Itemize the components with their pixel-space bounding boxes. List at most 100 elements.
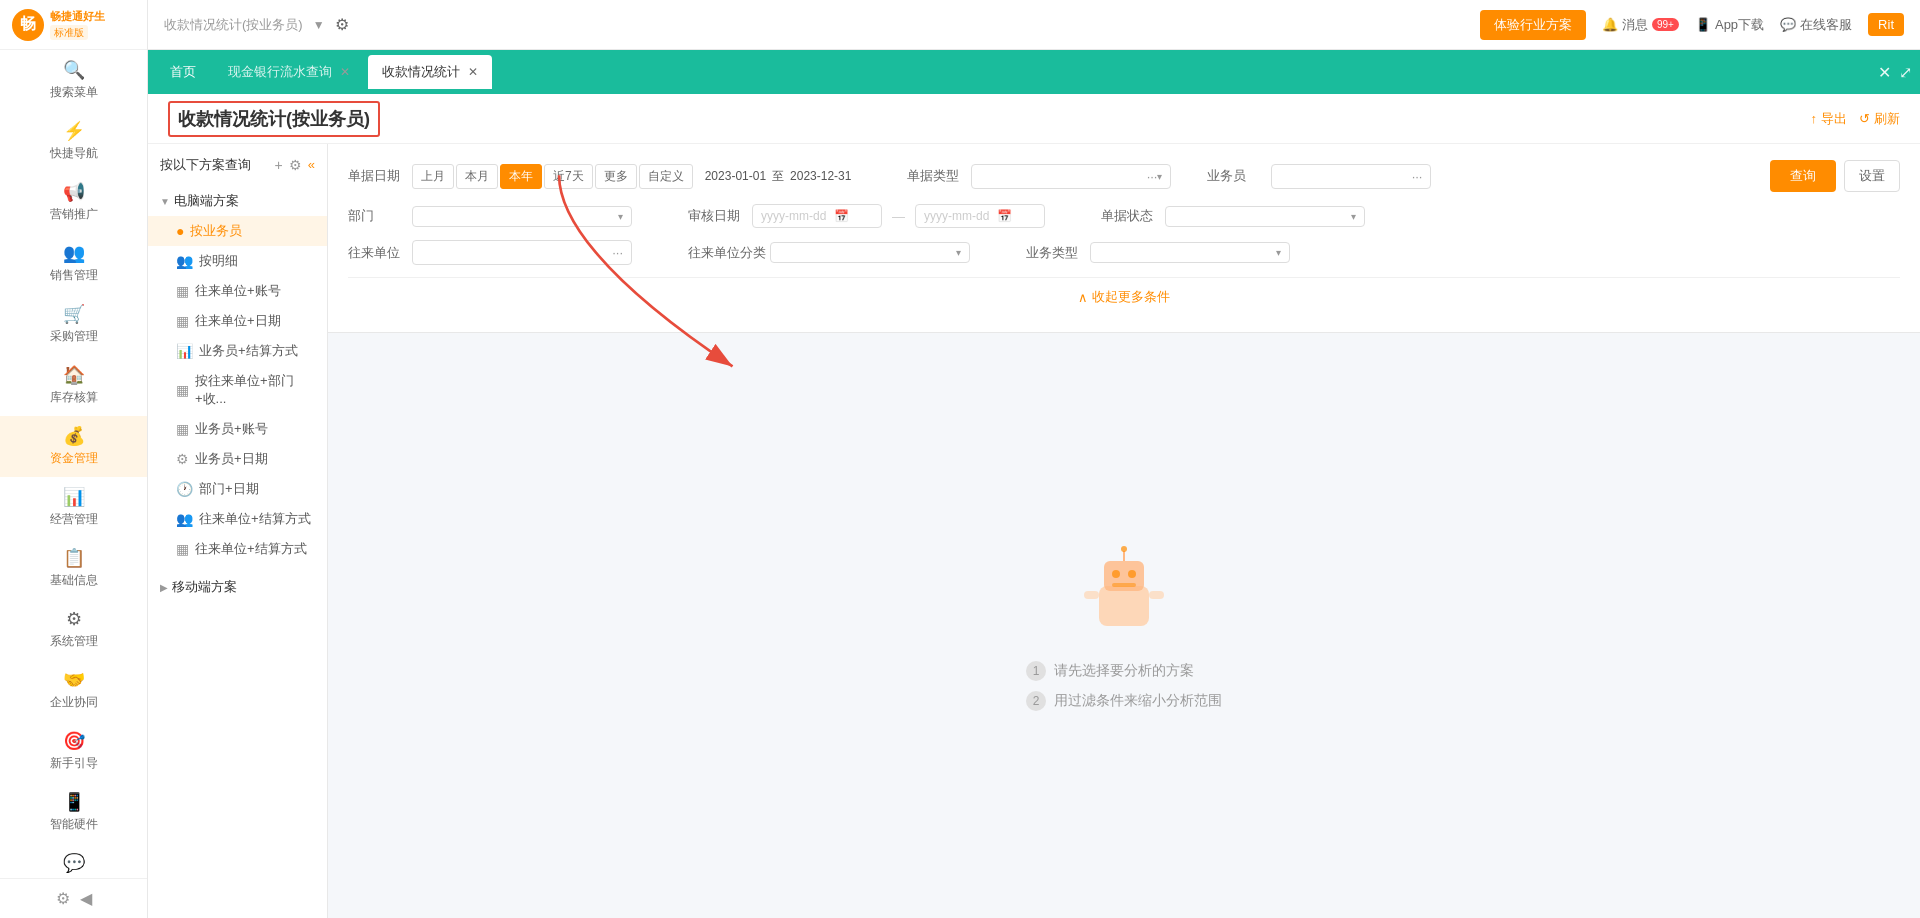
notification-btn[interactable]: 🔔 消息 99+ — [1602, 16, 1679, 34]
date-tab-this-year[interactable]: 本年 — [500, 164, 542, 189]
date-tab-last7[interactable]: 近7天 — [544, 164, 593, 189]
page-header: 收款情况统计(按业务员) ↑ 导出 ↺ 刷新 — [148, 94, 1920, 144]
panel-collapse-btn[interactable]: « — [308, 157, 315, 173]
counterpart-label: 往来单位 — [348, 244, 408, 262]
sidebar: 畅 畅捷通好生 标准版 🔍 搜索菜单 ⚡ 快捷导航 📢 营销推广 👥 — [0, 0, 148, 918]
counterpart-select[interactable]: ··· — [412, 240, 632, 265]
collection-tab-close[interactable]: ✕ — [468, 65, 478, 79]
sidebar-item-search[interactable]: 🔍 搜索菜单 — [0, 50, 147, 111]
sidebar-item-wechat[interactable]: 💬 企业微信 — [0, 843, 147, 878]
svg-point-2 — [1112, 570, 1120, 578]
type-more-dots[interactable]: ··· — [1147, 169, 1158, 184]
panel-header-icons: + ⚙ « — [275, 157, 315, 173]
filter-row-1: 单据日期 上月 本月 本年 近7天 更多 自定义 2023-01-01 — [348, 160, 1900, 192]
svg-rect-8 — [1149, 591, 1164, 599]
date-tab-custom[interactable]: 自定义 — [639, 164, 693, 189]
export-button[interactable]: ↑ 导出 — [1811, 110, 1848, 128]
home-tab-label: 首页 — [170, 63, 196, 81]
bill-status-arrow: ▾ — [1351, 211, 1356, 222]
topbar-gear-btn[interactable]: ⚙ — [335, 15, 349, 34]
sidebar-item-finance[interactable]: 💰 资金管理 — [0, 416, 147, 477]
topbar-dropdown-arrow[interactable]: ▼ — [313, 18, 325, 32]
cashflow-tab-close[interactable]: ✕ — [340, 65, 350, 79]
collapse-bar[interactable]: ∧ 收起更多条件 — [348, 277, 1900, 316]
counterpart-type-select[interactable]: ▾ — [770, 242, 970, 263]
svg-rect-7 — [1084, 591, 1099, 599]
sidebar-item-purchase[interactable]: 🛒 采购管理 — [0, 294, 147, 355]
tree-item-unit-account[interactable]: ▦ 往来单位+账号 — [148, 276, 327, 306]
filter-area: 单据日期 上月 本月 本年 近7天 更多 自定义 2023-01-01 — [328, 144, 1920, 333]
sidebar-item-operation[interactable]: 📊 经营管理 — [0, 477, 147, 538]
customer-service-btn[interactable]: 💬 在线客服 — [1780, 16, 1852, 34]
sidebar-item-system[interactable]: ⚙ 系统管理 — [0, 599, 147, 660]
audit-date-start-input[interactable]: yyyy-mm-dd 📅 — [752, 204, 882, 228]
sidebar-item-guide[interactable]: 🎯 新手引导 — [0, 721, 147, 782]
refresh-button[interactable]: ↺ 刷新 — [1859, 110, 1900, 128]
tree-item-by-salesperson[interactable]: ● 按业务员 — [148, 216, 327, 246]
tab-collection[interactable]: 收款情况统计 ✕ — [368, 55, 492, 89]
filter-settings-button[interactable]: 设置 — [1844, 160, 1900, 192]
tab-expand-btn[interactable]: ⤢ — [1899, 63, 1912, 82]
sidebar-item-inventory[interactable]: 🏠 库存核算 — [0, 355, 147, 416]
sidebar-item-quicknav[interactable]: ⚡ 快捷导航 — [0, 111, 147, 172]
salesperson-select[interactable]: ··· — [1271, 164, 1431, 189]
footer-collapse-btn[interactable]: ◀ — [80, 889, 92, 908]
biz-type-select[interactable]: ▾ — [1090, 242, 1290, 263]
footer-settings-btn[interactable]: ⚙ — [56, 889, 70, 908]
audit-date-end-input[interactable]: yyyy-mm-dd 📅 — [915, 204, 1045, 228]
sidebar-item-basic[interactable]: 📋 基础信息 — [0, 538, 147, 599]
audit-date-end-text: yyyy-mm-dd — [924, 209, 989, 223]
salesperson-more-dots[interactable]: ··· — [1412, 169, 1423, 184]
tree-expand-arrow: ▼ — [160, 196, 170, 207]
tree-item-salesperson-settle[interactable]: 📊 业务员+结算方式 — [148, 336, 327, 366]
audit-date-filter: 审核日期 yyyy-mm-dd 📅 — yyyy-mm-dd 📅 — [688, 204, 1045, 228]
query-button[interactable]: 查询 — [1770, 160, 1836, 192]
audit-date-start-text: yyyy-mm-dd — [761, 209, 826, 223]
date-dash: — — [892, 209, 905, 224]
dept-select[interactable]: ▾ — [412, 206, 632, 227]
unit-settle2-icon: ▦ — [176, 541, 189, 557]
tab-cashflow[interactable]: 现金银行流水查询 ✕ — [214, 55, 364, 89]
content-area: 按以下方案查询 + ⚙ « ▼ 电脑端方案 ● 按业务员 — [148, 144, 1920, 918]
date-tab-more[interactable]: 更多 — [595, 164, 637, 189]
tree-section-desktop-title[interactable]: ▼ 电脑端方案 — [148, 186, 327, 216]
tree-item-unit-settle2[interactable]: ▦ 往来单位+结算方式 — [148, 534, 327, 564]
user-avatar[interactable]: Rit — [1868, 13, 1904, 36]
tree-item-salesperson-date[interactable]: ⚙ 业务员+日期 — [148, 444, 327, 474]
tree-item-unit-settle1[interactable]: 👥 往来单位+结算方式 — [148, 504, 327, 534]
date-label: 单据日期 — [348, 167, 408, 185]
topbar-left: 收款情况统计(按业务员) ▼ ⚙ — [164, 15, 349, 34]
tab-home[interactable]: 首页 — [156, 55, 210, 89]
date-filter: 单据日期 上月 本月 本年 近7天 更多 自定义 2023-01-01 — [348, 164, 851, 189]
finance-icon: 💰 — [64, 426, 84, 446]
panel-settings-btn[interactable]: ⚙ — [289, 157, 302, 173]
tree-item-unit-date[interactable]: ▦ 往来单位+日期 — [148, 306, 327, 336]
tree-item-dept-date[interactable]: 🕐 部门+日期 — [148, 474, 327, 504]
counterpart-more-dots[interactable]: ··· — [612, 245, 623, 260]
bill-status-label: 单据状态 — [1101, 207, 1161, 225]
page-title: 收款情况统计(按业务员) — [168, 101, 380, 137]
panel-header-label: 按以下方案查询 — [160, 156, 251, 174]
tree-item-by-detail[interactable]: 👥 按明细 — [148, 246, 327, 276]
filter-row-3: 往来单位 ··· 往来单位分类 ▾ — [348, 240, 1900, 265]
sidebar-item-marketing[interactable]: 📢 营销推广 — [0, 172, 147, 233]
tab-close-all-btn[interactable]: ✕ — [1878, 63, 1891, 82]
bill-status-select[interactable]: ▾ — [1165, 206, 1365, 227]
date-tab-prev-month[interactable]: 上月 — [412, 164, 454, 189]
tree-item-salesperson-account[interactable]: ▦ 业务员+账号 — [148, 414, 327, 444]
date-tab-this-month[interactable]: 本月 — [456, 164, 498, 189]
salesperson-label: 业务员 — [1207, 167, 1267, 185]
tree-section-mobile-title[interactable]: ▶ 移动端方案 — [148, 572, 327, 602]
empty-illustration — [1074, 541, 1174, 641]
sidebar-item-corp[interactable]: 🤝 企业协同 — [0, 660, 147, 721]
panel-add-btn[interactable]: + — [275, 157, 283, 173]
type-select[interactable]: ··· ▾ — [971, 164, 1171, 189]
app-download-btn[interactable]: 📱 App下载 — [1695, 16, 1764, 34]
inventory-icon: 🏠 — [64, 365, 84, 385]
sidebar-item-sales[interactable]: 👥 销售管理 — [0, 233, 147, 294]
salesperson-settle-icon: 📊 — [176, 343, 193, 359]
sidebar-item-hardware[interactable]: 📱 智能硬件 — [0, 782, 147, 843]
operation-icon: 📊 — [64, 487, 84, 507]
trial-button[interactable]: 体验行业方案 — [1480, 10, 1586, 40]
tree-item-unit-dept[interactable]: ▦ 按往来单位+部门+收... — [148, 366, 327, 414]
